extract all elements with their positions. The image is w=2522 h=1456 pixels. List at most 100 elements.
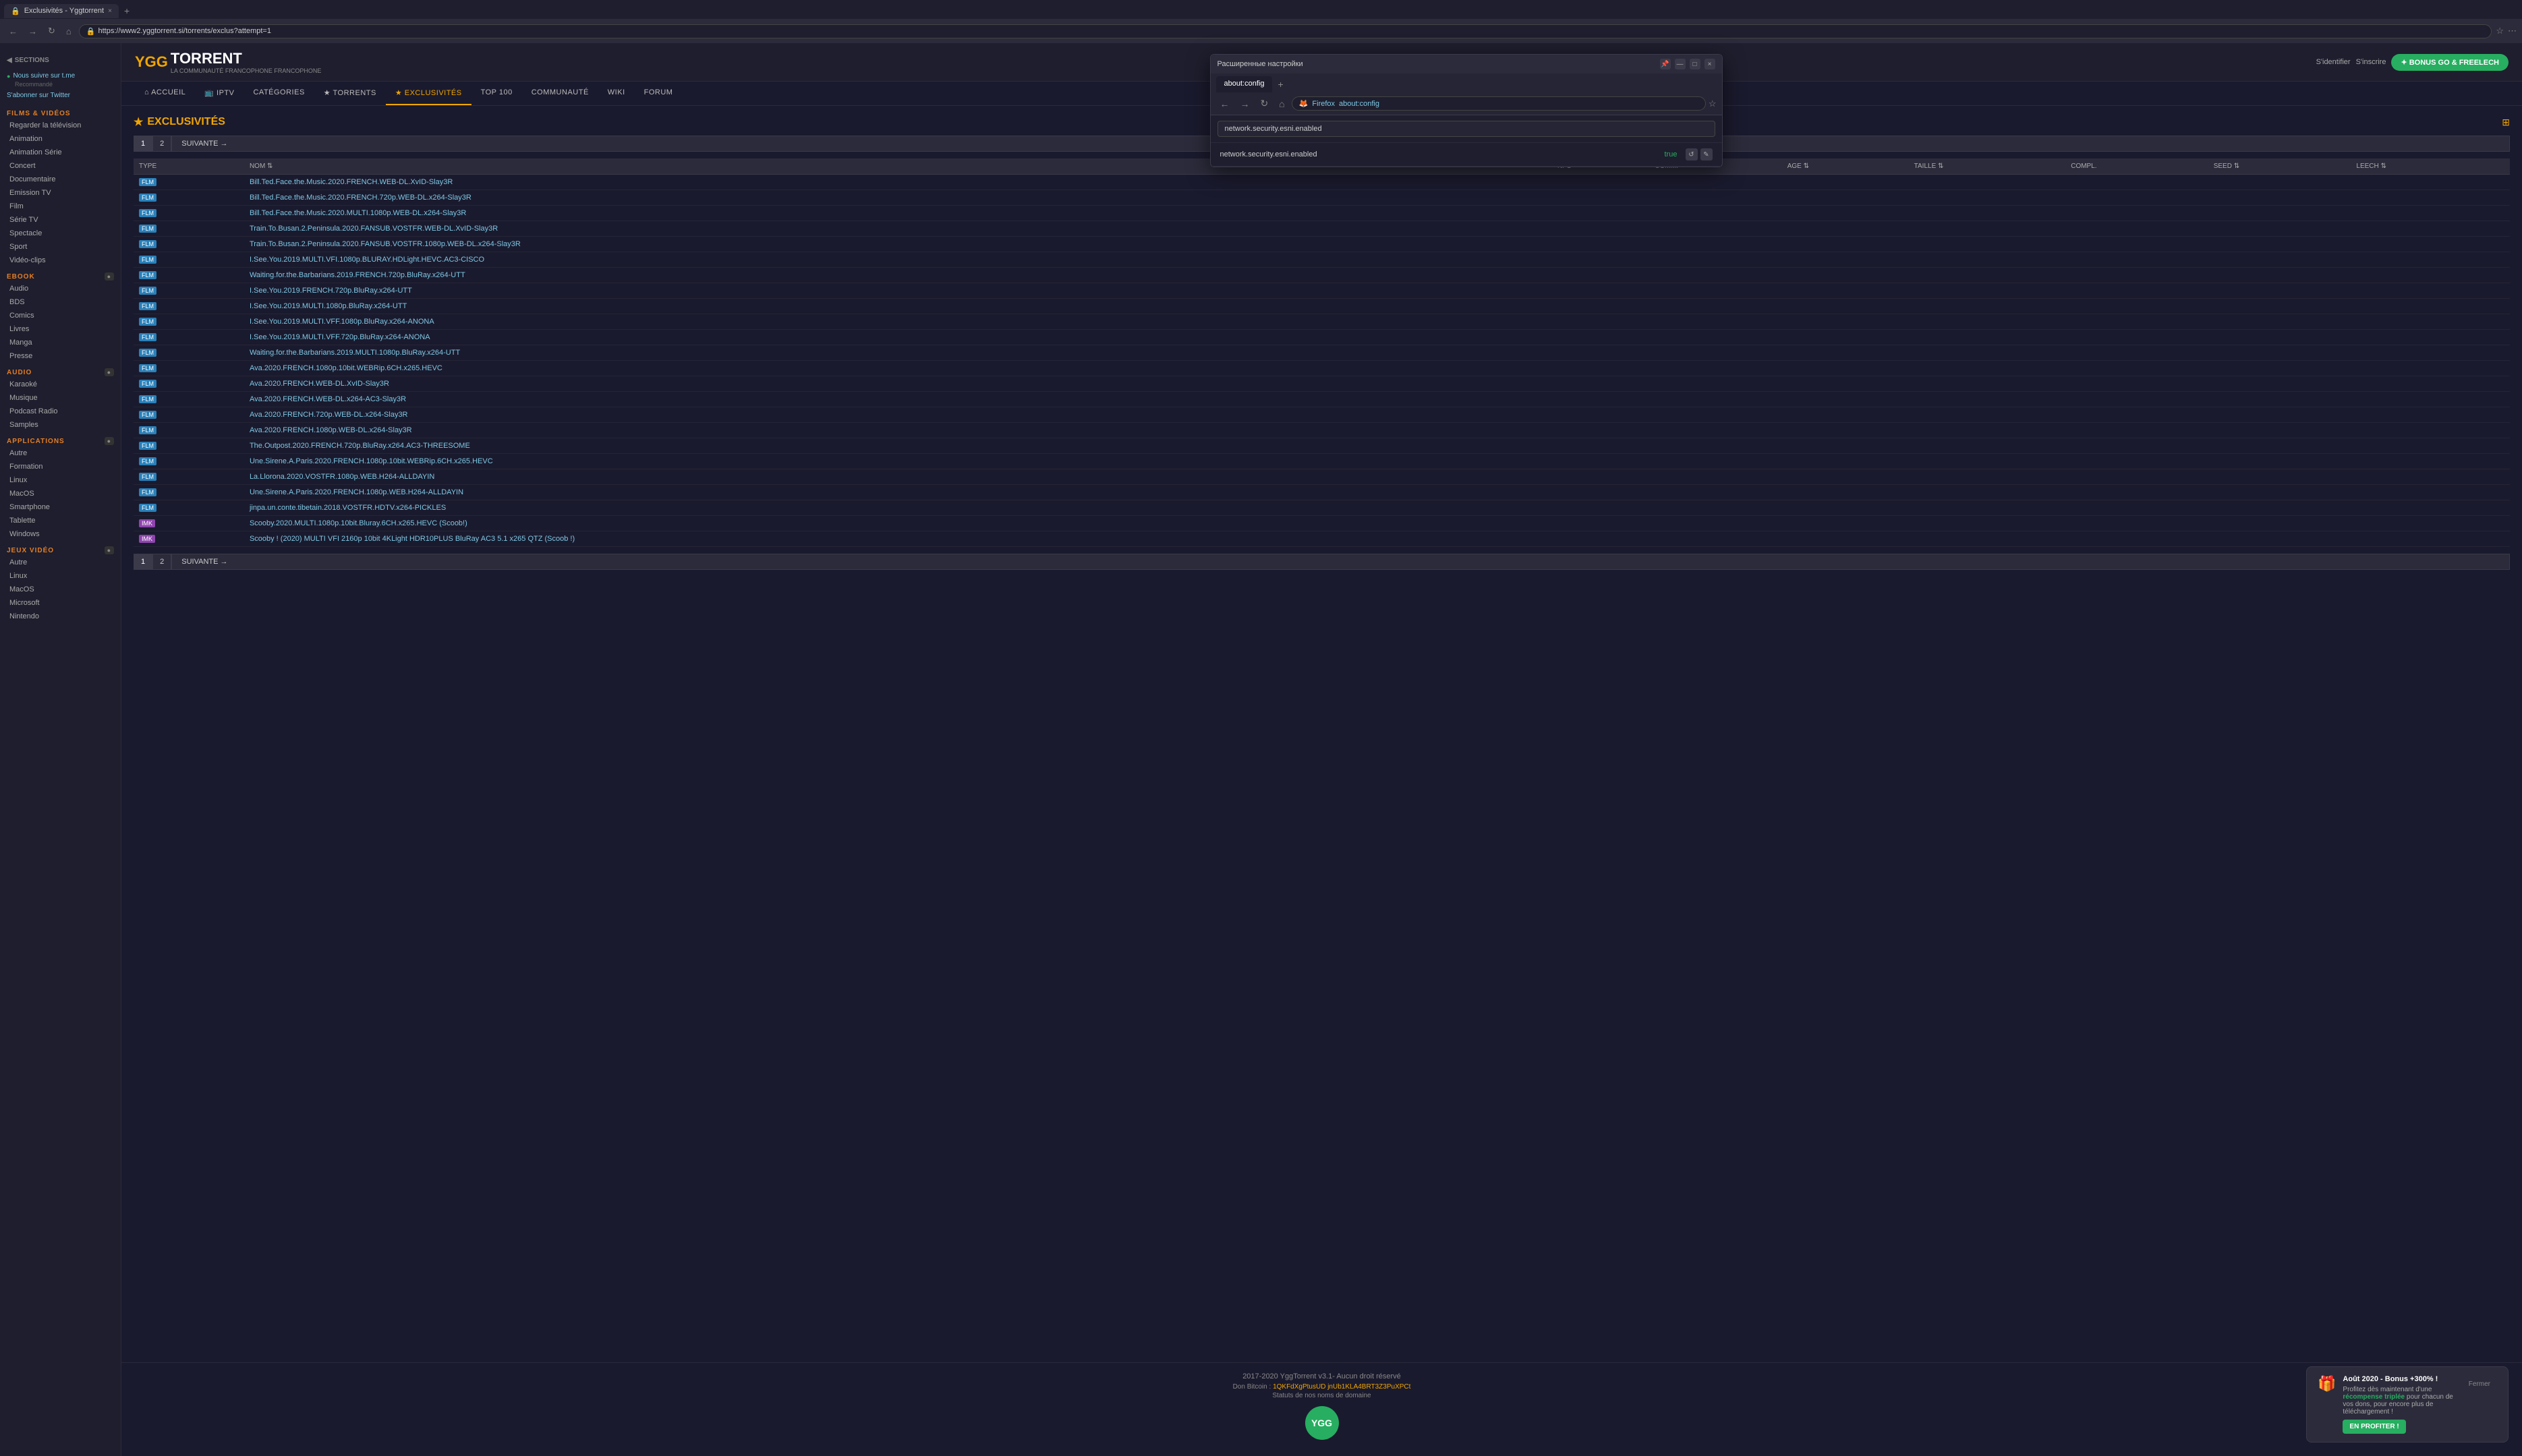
page-2-btn-bottom[interactable]: 2 <box>152 554 171 570</box>
sidebar-item-musique[interactable]: Musique <box>0 391 121 405</box>
nav-link-accueil[interactable]: ⌂ ACCUEIL <box>135 82 195 103</box>
bonus-close-btn[interactable]: Fermer <box>2469 1380 2490 1388</box>
sidebar-item-concert[interactable]: Concert <box>0 159 121 173</box>
ac-address-bar[interactable]: 🦊 Firefox about:config <box>1292 96 1706 111</box>
sidebar-item-film[interactable]: Film <box>0 200 121 213</box>
nav-forward-btn[interactable]: → <box>25 25 40 38</box>
sidebar-item-manga[interactable]: Manga <box>0 336 121 349</box>
torrent-name-link[interactable]: Waiting.for.the.Barbarians.2019.MULTI.10… <box>250 349 460 357</box>
sidebar-item-videoclips[interactable]: Vidéo-clips <box>0 254 121 267</box>
col-age-header[interactable]: AGE ⇅ <box>1782 158 1909 175</box>
sidebar-item-comics[interactable]: Comics <box>0 309 121 322</box>
nav-menu-icon[interactable]: ⋯ <box>2508 26 2517 36</box>
torrent-name-link[interactable]: I.See.You.2019.MULTI.1080p.BluRay.x264-U… <box>250 302 407 310</box>
ac-edit-btn[interactable]: ✎ <box>1700 148 1713 161</box>
ac-minimize-btn[interactable]: — <box>1675 59 1686 69</box>
nav-back-btn[interactable]: ← <box>5 25 21 38</box>
torrent-name-link[interactable]: Bill.Ted.Face.the.Music.2020.FRENCH.WEB-… <box>250 178 453 186</box>
sidebar-item-karaoke[interactable]: Karaoké <box>0 378 121 391</box>
sidebar-item-serie-tv[interactable]: Série TV <box>0 213 121 227</box>
sidebar-item-livres[interactable]: Livres <box>0 322 121 336</box>
ac-reset-btn[interactable]: ↺ <box>1686 148 1698 161</box>
sidebar-item-windows[interactable]: Windows <box>0 527 121 541</box>
torrent-name-link[interactable]: Waiting.for.the.Barbarians.2019.FRENCH.7… <box>250 271 465 279</box>
nav-link-communaute[interactable]: COMMUNAUTÉ <box>522 82 598 103</box>
ac-new-tab-btn[interactable]: + <box>1272 76 1288 92</box>
sidebar-item-jeux-autre[interactable]: Autre <box>0 556 121 569</box>
torrent-name-link[interactable]: I.See.You.2019.MULTI.VFI.1080p.BLURAY.HD… <box>250 256 484 264</box>
sidebar-item-macos-apps[interactable]: MacOS <box>0 487 121 500</box>
sidebar-item-apps-autre[interactable]: Autre <box>0 446 121 460</box>
nav-link-forum[interactable]: FORUM <box>635 82 683 103</box>
rss-icon[interactable]: ⊞ <box>2502 117 2510 128</box>
new-tab-btn[interactable]: + <box>119 3 135 19</box>
signin-link[interactable]: S'identifier <box>2316 58 2351 66</box>
sidebar-item-macos-jeux[interactable]: MacOS <box>0 583 121 596</box>
sidebar-item-animation-serie[interactable]: Animation Série <box>0 146 121 159</box>
torrent-name-link[interactable]: Train.To.Busan.2.Peninsula.2020.FANSUB.V… <box>250 240 521 248</box>
nav-bookmark-icon[interactable]: ☆ <box>2496 26 2504 36</box>
torrent-name-link[interactable]: Ava.2020.FRENCH.1080p.WEB-DL.x264-Slay3R <box>250 426 412 434</box>
sidebar-item-podcast[interactable]: Podcast Radio <box>0 405 121 418</box>
torrent-name-link[interactable]: Bill.Ted.Face.the.Music.2020.MULTI.1080p… <box>250 209 466 217</box>
sidebar-item-watch-tv[interactable]: Regarder la télévision <box>0 119 121 132</box>
follow-twitter-btn[interactable]: S'abonner sur Twitter <box>7 90 70 100</box>
sidebar-item-linux-jeux[interactable]: Linux <box>0 569 121 583</box>
ac-nav-reload[interactable]: ↻ <box>1257 96 1273 111</box>
nav-home-btn[interactable]: ⌂ <box>63 25 75 38</box>
ac-nav-home[interactable]: ⌂ <box>1275 97 1288 111</box>
nav-link-wiki[interactable]: WIKI <box>598 82 635 103</box>
sidebar-item-emission-tv[interactable]: Emission TV <box>0 186 121 200</box>
torrent-name-link[interactable]: Ava.2020.FRENCH.1080p.10bit.WEBRip.6CH.x… <box>250 364 442 372</box>
next-page-btn-bottom[interactable]: SUIVANTE → <box>171 554 2510 570</box>
torrent-name-link[interactable]: jinpa.un.conte.tibetain.2018.VOSTFR.HDTV… <box>250 504 446 512</box>
sidebar-item-spectacle[interactable]: Spectacle <box>0 227 121 240</box>
torrent-name-link[interactable]: Bill.Ted.Face.the.Music.2020.FRENCH.720p… <box>250 194 471 202</box>
sidebar-item-smartphone[interactable]: Smartphone <box>0 500 121 514</box>
torrent-name-link[interactable]: I.See.You.2019.MULTI.VFF.1080p.BluRay.x2… <box>250 318 434 326</box>
sidebar-item-presse[interactable]: Presse <box>0 349 121 363</box>
col-seed-header[interactable]: SEED ⇅ <box>2208 158 2351 175</box>
nav-link-iptv[interactable]: 📺 IPTV <box>195 82 243 104</box>
ac-bookmark-icon[interactable]: ☆ <box>1709 98 1717 109</box>
sidebar-item-audio[interactable]: Audio <box>0 282 121 295</box>
page-2-btn[interactable]: 2 <box>152 136 171 152</box>
ac-pin-btn[interactable]: 📌 <box>1660 59 1671 69</box>
torrent-name-link[interactable]: Ava.2020.FRENCH.WEB-DL.XvID-Slay3R <box>250 380 389 388</box>
address-bar[interactable]: 🔒 https://www2.yggtorrent.si/torrents/ex… <box>79 24 2492 38</box>
ac-tab-about-config[interactable]: about:config <box>1216 76 1273 92</box>
col-compl-header[interactable]: COMPL. <box>2065 158 2208 175</box>
page-1-btn-bottom[interactable]: 1 <box>134 554 152 570</box>
sidebar-item-nintendo[interactable]: Nintendo <box>0 610 121 623</box>
torrent-name-link[interactable]: Scooby.2020.MULTI.1080p.10bit.Bluray.6CH… <box>250 519 467 527</box>
sidebar-item-documentaire[interactable]: Documentaire <box>0 173 121 186</box>
nav-reload-btn[interactable]: ↻ <box>45 24 59 38</box>
bitcoin-address[interactable]: 1QKFdXgPtusUD jnUb1KLA4BRT3Z3PuXPCt <box>1273 1383 1410 1391</box>
bonus-profiter-btn[interactable]: EN PROFITER ! <box>2343 1420 2405 1434</box>
col-type-header[interactable]: TYPE <box>134 158 244 175</box>
ac-nav-forward[interactable]: → <box>1236 97 1254 111</box>
sidebar-item-bds[interactable]: BDS <box>0 295 121 309</box>
register-link[interactable]: S'inscrire <box>2356 58 2386 66</box>
ac-maximize-btn[interactable]: □ <box>1690 59 1700 69</box>
sidebar-item-formation[interactable]: Formation <box>0 460 121 473</box>
sidebar-item-samples[interactable]: Samples <box>0 418 121 432</box>
ac-close-btn[interactable]: × <box>1704 59 1715 69</box>
nav-link-top100[interactable]: TOP 100 <box>471 82 522 103</box>
page-1-btn[interactable]: 1 <box>134 136 152 152</box>
col-size-header[interactable]: TAILLE ⇅ <box>1909 158 2066 175</box>
nav-link-exclusivites[interactable]: ★ EXCLUSIVITÉS <box>386 82 471 105</box>
bonus-btn[interactable]: ✦ BONUS GO & FREELECH <box>2391 54 2509 71</box>
torrent-name-link[interactable]: Scooby ! (2020) MULTI VFI 2160p 10bit 4K… <box>250 535 575 543</box>
torrent-name-link[interactable]: Train.To.Busan.2.Peninsula.2020.FANSUB.V… <box>250 225 498 233</box>
torrent-name-link[interactable]: I.See.You.2019.MULTI.VFF.720p.BluRay.x26… <box>250 333 430 341</box>
nav-link-categories[interactable]: CATÉGORIES <box>243 82 314 103</box>
nav-link-torrents[interactable]: ★ TORRENTS <box>314 82 386 104</box>
torrent-name-link[interactable]: Ava.2020.FRENCH.720p.WEB-DL.x264-Slay3R <box>250 411 408 419</box>
torrent-name-link[interactable]: Ava.2020.FRENCH.WEB-DL.x264-AC3-Slay3R <box>250 395 406 403</box>
col-leech-header[interactable]: LEECH ⇅ <box>2351 158 2510 175</box>
sidebar-item-tablette[interactable]: Tablette <box>0 514 121 527</box>
torrent-name-link[interactable]: I.See.You.2019.FRENCH.720p.BluRay.x264-U… <box>250 287 412 295</box>
torrent-name-link[interactable]: Une.Sirene.A.Paris.2020.FRENCH.1080p.WEB… <box>250 488 463 496</box>
sidebar-item-animation[interactable]: Animation <box>0 132 121 146</box>
